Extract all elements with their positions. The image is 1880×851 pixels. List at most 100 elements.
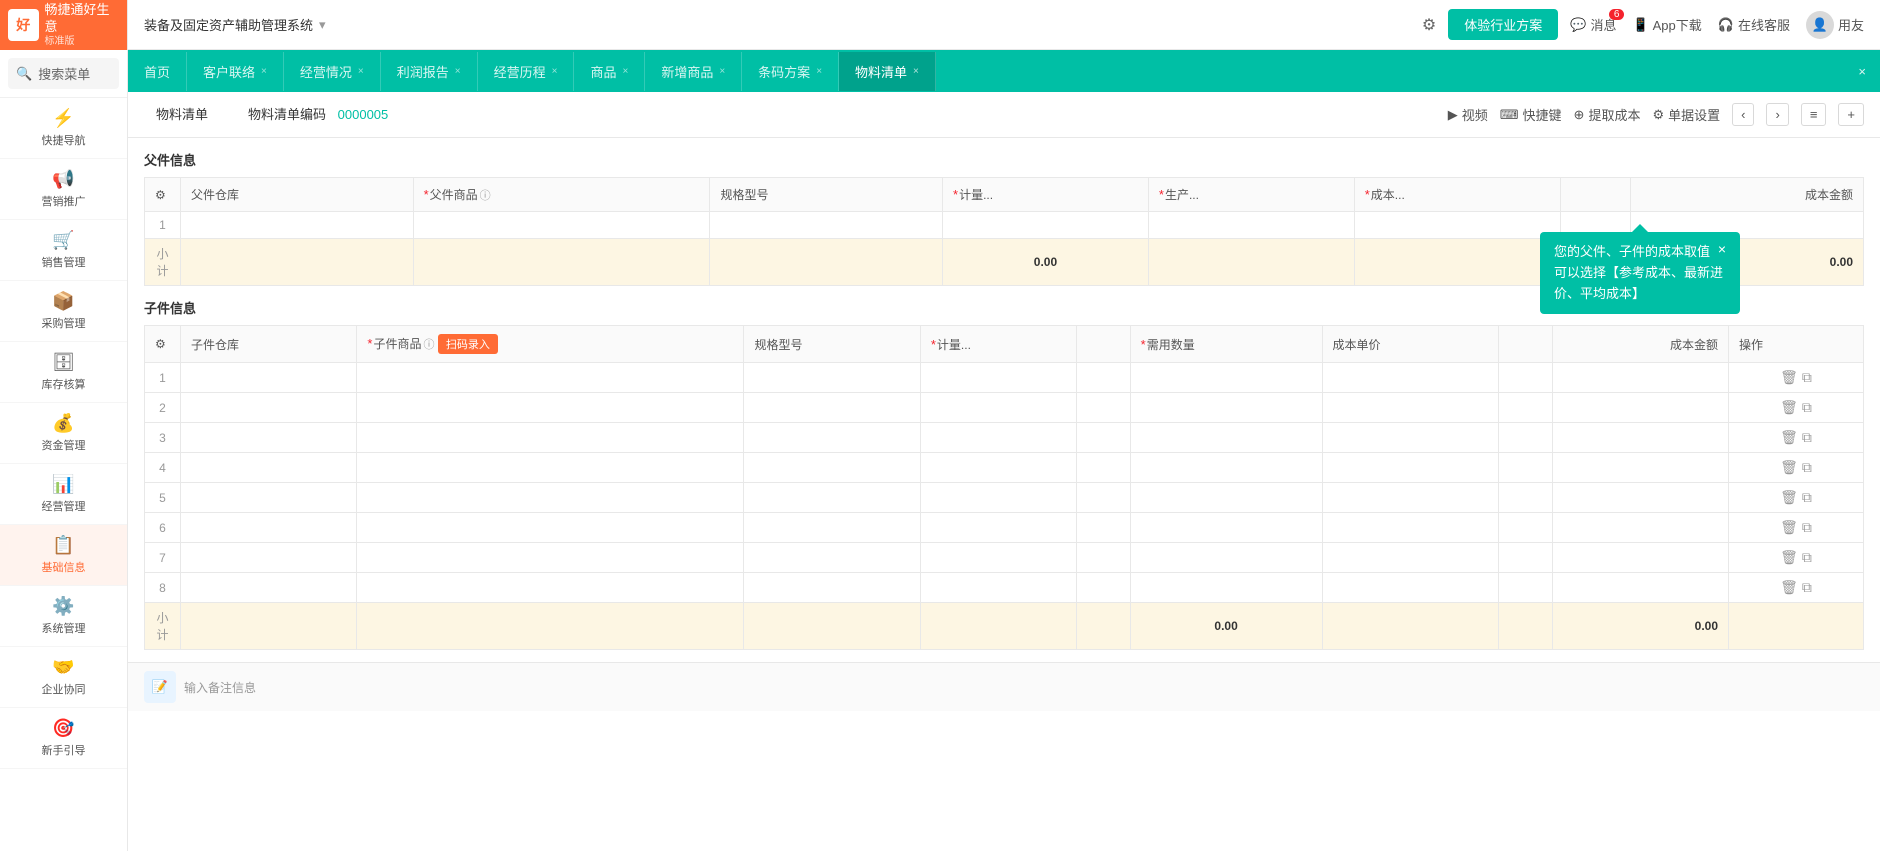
child-unit-cost-cell-1[interactable] xyxy=(1322,393,1498,423)
tab-close-icon[interactable]: × xyxy=(358,66,364,77)
child-spec-cell-3[interactable] xyxy=(744,453,920,483)
sidebar-item-quick-nav[interactable]: ⚡ 快捷导航 xyxy=(0,98,127,159)
child-unit-cost-cell-4[interactable] xyxy=(1322,483,1498,513)
copy-row-button[interactable]: ⧉ xyxy=(1802,489,1812,506)
copy-row-button[interactable]: ⧉ xyxy=(1802,549,1812,566)
tab-close-icon[interactable]: × xyxy=(455,66,461,77)
delete-row-button[interactable]: 🗑 xyxy=(1780,429,1798,446)
parent-unit-cell[interactable] xyxy=(943,212,1149,239)
child-spec-cell-4[interactable] xyxy=(744,483,920,513)
child-quantity-cell-4[interactable] xyxy=(1130,483,1322,513)
child-product-cell-1[interactable] xyxy=(357,393,744,423)
delete-row-button[interactable]: 🗑 xyxy=(1780,549,1798,566)
app-download-button[interactable]: 📱 App下载 xyxy=(1632,15,1701,34)
parent-col-settings[interactable]: ⚙ xyxy=(145,178,181,212)
sidebar-item-finance[interactable]: 💰 资金管理 xyxy=(0,403,127,464)
child-unit-cost-cell-2[interactable] xyxy=(1322,423,1498,453)
child-unit-cell-5[interactable] xyxy=(920,513,1076,543)
parent-product-cell[interactable] xyxy=(413,212,710,239)
sidebar-item-enterprise[interactable]: 🤝 企业协同 xyxy=(0,647,127,708)
delete-row-button[interactable]: 🗑 xyxy=(1780,519,1798,536)
tab-bom[interactable]: 物料清单 × xyxy=(839,52,936,91)
tab-barcode[interactable]: 条码方案 × xyxy=(742,52,839,91)
copy-row-button[interactable]: ⧉ xyxy=(1802,399,1812,416)
settings-gear-button[interactable]: ⚙ xyxy=(1422,15,1436,35)
next-record-button[interactable]: › xyxy=(1766,103,1788,126)
delete-row-button[interactable]: 🗑 xyxy=(1780,399,1798,416)
child-unit-cost-cell-0[interactable] xyxy=(1322,363,1498,393)
child-col-settings[interactable]: ⚙ xyxy=(145,326,181,363)
child-warehouse-cell-2[interactable] xyxy=(181,423,357,453)
tab-operations-status[interactable]: 经营情况 × xyxy=(284,52,381,91)
parent-warehouse-cell[interactable] xyxy=(181,212,414,239)
dropdown-arrow-icon[interactable]: ▾ xyxy=(319,17,326,33)
child-unit-cell-3[interactable] xyxy=(920,453,1076,483)
child-spec-cell-6[interactable] xyxy=(744,543,920,573)
delete-row-button[interactable]: 🗑 xyxy=(1780,489,1798,506)
video-action[interactable]: ▶ 视频 xyxy=(1448,105,1488,124)
message-button[interactable]: 💬 6 消息 xyxy=(1570,15,1616,34)
child-product-cell-2[interactable] xyxy=(357,423,744,453)
child-unit-cost-cell-6[interactable] xyxy=(1322,543,1498,573)
sidebar-item-guide[interactable]: 🎯 新手引导 xyxy=(0,708,127,769)
child-spec-cell-5[interactable] xyxy=(744,513,920,543)
sidebar-item-marketing[interactable]: 📢 营销推广 xyxy=(0,159,127,220)
tooltip-close-button[interactable]: × xyxy=(1718,242,1726,256)
child-unit-cell-4[interactable] xyxy=(920,483,1076,513)
child-product-cell-6[interactable] xyxy=(357,543,744,573)
close-all-tabs-button[interactable]: × xyxy=(1844,54,1880,89)
tab-close-icon[interactable]: × xyxy=(913,66,919,77)
tab-close-icon[interactable]: × xyxy=(261,66,267,77)
note-icon[interactable]: 📝 xyxy=(144,671,176,703)
prev-record-button[interactable]: ‹ xyxy=(1732,103,1754,126)
child-spec-cell-0[interactable] xyxy=(744,363,920,393)
tab-close-icon[interactable]: × xyxy=(816,66,822,77)
child-quantity-cell-0[interactable] xyxy=(1130,363,1322,393)
child-warehouse-cell-5[interactable] xyxy=(181,513,357,543)
copy-row-button[interactable]: ⧉ xyxy=(1802,459,1812,476)
tab-home[interactable]: 首页 xyxy=(128,52,187,91)
child-warehouse-cell-4[interactable] xyxy=(181,483,357,513)
extra-action-button[interactable]: + xyxy=(1838,103,1864,126)
tab-close-icon[interactable]: × xyxy=(622,66,628,77)
parent-spec-cell[interactable] xyxy=(710,212,943,239)
sidebar-item-purchase[interactable]: 📦 采购管理 xyxy=(0,281,127,342)
trial-button[interactable]: 体验行业方案 xyxy=(1448,9,1558,40)
tab-close-icon[interactable]: × xyxy=(552,66,558,77)
copy-row-button[interactable]: ⧉ xyxy=(1802,519,1812,536)
shortcut-action[interactable]: ⌨ 快捷键 xyxy=(1500,105,1562,124)
child-product-cell-4[interactable] xyxy=(357,483,744,513)
child-unit-cell-7[interactable] xyxy=(920,573,1076,603)
copy-row-button[interactable]: ⧉ xyxy=(1802,579,1812,596)
tab-profit[interactable]: 利润报告 × xyxy=(381,52,478,91)
online-service-button[interactable]: 🎧 在线客服 xyxy=(1718,15,1790,34)
child-product-cell-3[interactable] xyxy=(357,453,744,483)
scan-input-button[interactable]: 扫码录入 xyxy=(438,334,498,354)
tab-customer[interactable]: 客户联络 × xyxy=(187,52,284,91)
parent-production-cell[interactable] xyxy=(1148,212,1354,239)
sidebar-item-inventory[interactable]: 🗄 库存核算 xyxy=(0,342,127,403)
child-unit-cell-6[interactable] xyxy=(920,543,1076,573)
child-unit-cell-0[interactable] xyxy=(920,363,1076,393)
sub-tab-bom-list[interactable]: 物料清单 xyxy=(144,100,220,129)
child-spec-cell-2[interactable] xyxy=(744,423,920,453)
child-warehouse-cell-7[interactable] xyxy=(181,573,357,603)
child-unit-cell-2[interactable] xyxy=(920,423,1076,453)
child-product-cell-0[interactable] xyxy=(357,363,744,393)
child-quantity-cell-5[interactable] xyxy=(1130,513,1322,543)
doc-settings-action[interactable]: ⚙ 单据设置 xyxy=(1652,105,1720,124)
sub-tab-bom-detail[interactable]: 物料清单编码 0000005 xyxy=(236,100,400,129)
child-unit-cell-1[interactable] xyxy=(920,393,1076,423)
child-product-cell-7[interactable] xyxy=(357,573,744,603)
cost-action[interactable]: ⊕ 提取成本 xyxy=(1574,105,1641,124)
child-warehouse-cell-1[interactable] xyxy=(181,393,357,423)
child-spec-cell-7[interactable] xyxy=(744,573,920,603)
tab-products[interactable]: 商品 × xyxy=(574,52,645,91)
child-quantity-cell-3[interactable] xyxy=(1130,453,1322,483)
tab-new-product[interactable]: 新增商品 × xyxy=(645,52,742,91)
tab-close-icon[interactable]: × xyxy=(719,66,725,77)
child-quantity-cell-6[interactable] xyxy=(1130,543,1322,573)
menu-button[interactable]: ≡ xyxy=(1801,103,1827,126)
child-quantity-cell-2[interactable] xyxy=(1130,423,1322,453)
copy-row-button[interactable]: ⧉ xyxy=(1802,429,1812,446)
